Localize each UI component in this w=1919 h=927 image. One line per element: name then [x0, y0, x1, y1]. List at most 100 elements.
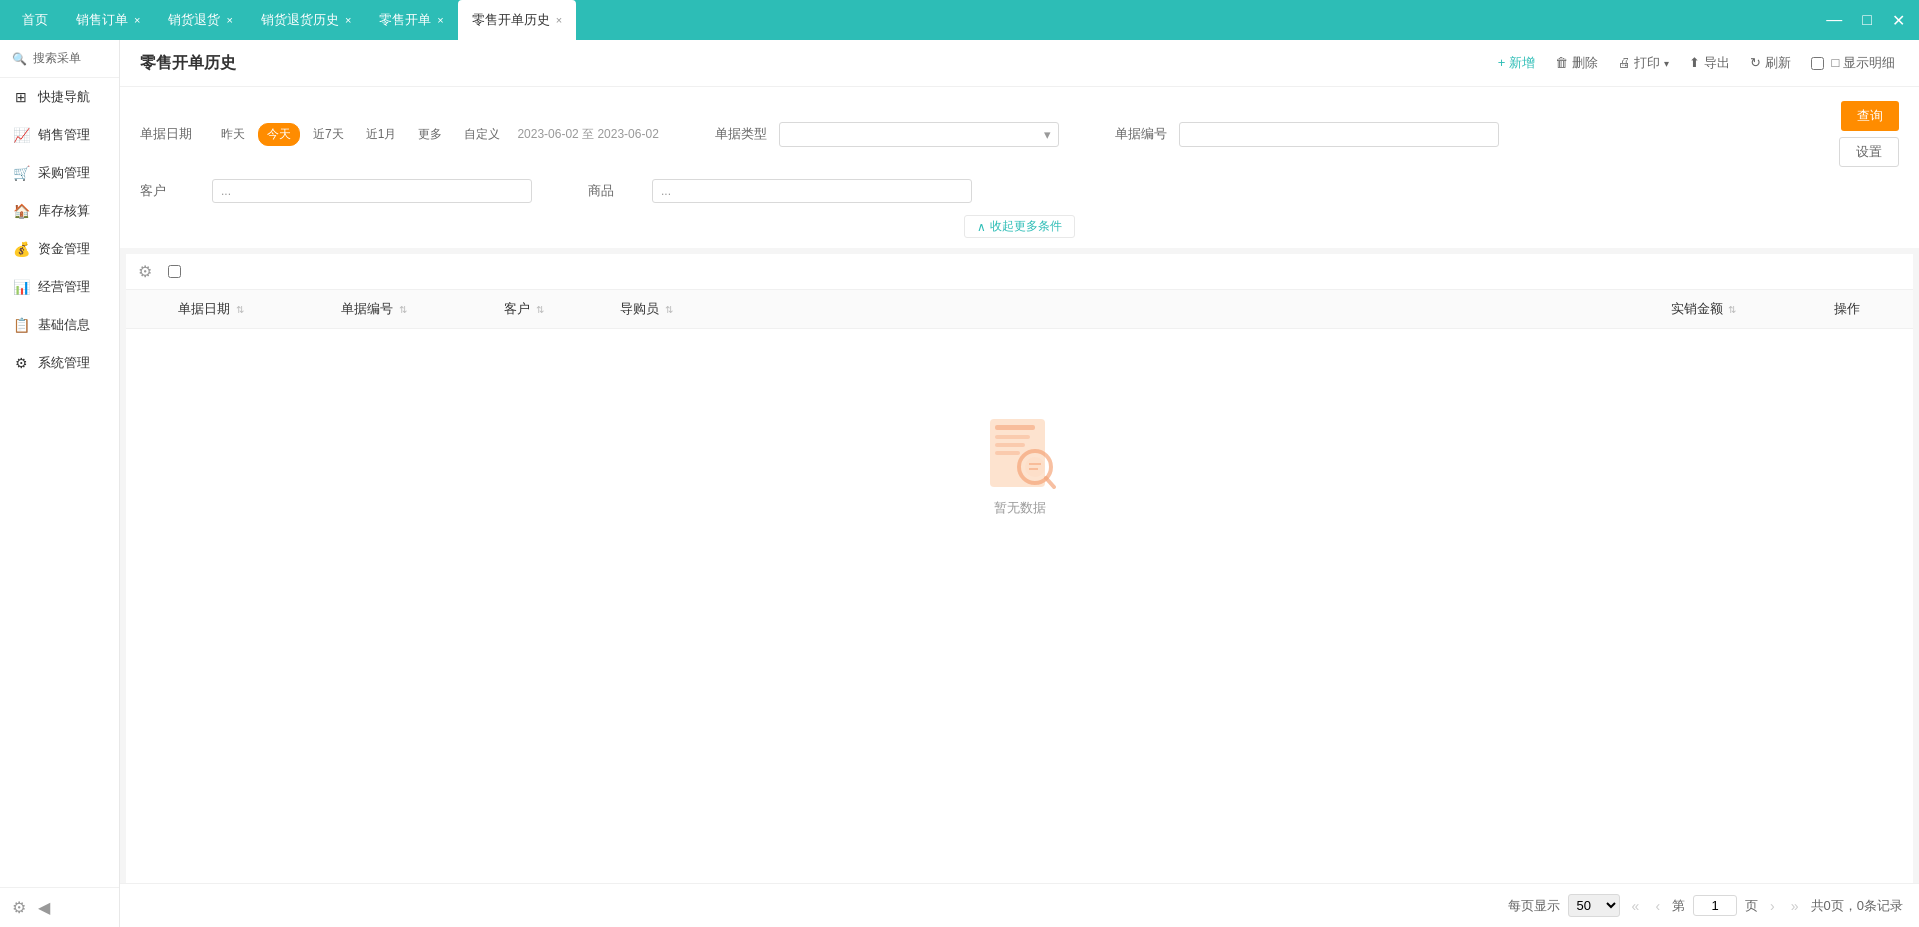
filter-area: 单据日期 昨天 今天 近7天 近1月 更多 自定义 2023-06-02 至 2… [120, 87, 1919, 248]
type-select[interactable] [779, 122, 1059, 147]
sidebar-item-operations[interactable]: 📊 经营管理 [0, 268, 119, 306]
product-filter-label: 商品 [588, 182, 644, 200]
tab-retail-open[interactable]: 零售开单 × [365, 0, 457, 40]
display-detail-button[interactable]: □ 显示明细 [1807, 52, 1899, 74]
sidebar-item-finance[interactable]: 💰 资金管理 [0, 230, 119, 268]
th-date[interactable]: 单据日期 ⇅ [166, 290, 329, 329]
th-amount[interactable]: 实销金额 ⇅ [1659, 290, 1822, 329]
print-button[interactable]: 🖨 打印 ▾ [1614, 52, 1674, 74]
date-buttons: 昨天 今天 近7天 近1月 更多 自定义 2023-06-02 至 2023-0… [212, 123, 659, 146]
table-settings-icon[interactable]: ⚙ [138, 262, 152, 281]
tab-sales-return-history[interactable]: 销货退货历史 × [247, 0, 365, 40]
th-number[interactable]: 单据编号 ⇅ [329, 290, 492, 329]
sidebar: 🔍 搜索采单 ⊞ 快捷导航 📈 销售管理 🛒 采购管理 🏠 库存核算 💰 资金管… [0, 40, 120, 927]
type-filter-label: 单据类型 [715, 125, 771, 143]
page-prev-button[interactable]: ‹ [1651, 896, 1664, 916]
number-filter-label: 单据编号 [1115, 125, 1171, 143]
date-range-text: 2023-06-02 至 2023-06-02 [517, 126, 658, 143]
select-all-checkbox[interactable] [168, 265, 181, 278]
sidebar-item-purchase-mgmt[interactable]: 🛒 采购管理 [0, 154, 119, 192]
data-table: 单据日期 ⇅ 单据编号 ⇅ 客户 ⇅ 导购员 ⇅ [126, 290, 1913, 597]
quick-nav-icon: ⊞ [12, 89, 30, 105]
date-btn-custom[interactable]: 自定义 [455, 123, 509, 146]
svg-rect-4 [995, 451, 1020, 455]
query-button[interactable]: 查询 [1841, 101, 1899, 131]
date-btn-1month[interactable]: 近1月 [357, 123, 406, 146]
collapse-row: ∧ 收起更多条件 [140, 215, 1899, 238]
page-title: 零售开单历史 [140, 53, 236, 86]
page-label: 第 [1672, 897, 1685, 915]
table-area: ⚙ 单据日期 ⇅ 单据编号 ⇅ [126, 254, 1913, 883]
filter-row-1: 单据日期 昨天 今天 近7天 近1月 更多 自定义 2023-06-02 至 2… [140, 101, 1899, 167]
page-suffix: 页 [1745, 897, 1758, 915]
date-filter-label: 单据日期 [140, 125, 196, 143]
maximize-button[interactable]: □ [1856, 9, 1878, 31]
tab-sales-order[interactable]: 销售订单 × [62, 0, 154, 40]
sidebar-settings-icon[interactable]: ⚙ [12, 898, 26, 917]
th-guide-sort-icon: ⇅ [665, 304, 673, 315]
tab-retail-open-history-close[interactable]: × [556, 14, 562, 26]
th-date-sort-icon: ⇅ [236, 304, 244, 315]
date-btn-yesterday[interactable]: 昨天 [212, 123, 254, 146]
page-last-button[interactable]: » [1787, 896, 1803, 916]
minimize-button[interactable]: — [1820, 9, 1848, 31]
svg-line-7 [1046, 478, 1054, 487]
sidebar-collapse-icon[interactable]: ◀ [38, 898, 50, 917]
sidebar-search[interactable]: 🔍 搜索采单 [0, 40, 119, 78]
sidebar-bottom: ⚙ ◀ [0, 887, 119, 927]
tab-retail-open-close[interactable]: × [437, 14, 443, 26]
main-layout: 🔍 搜索采单 ⊞ 快捷导航 📈 销售管理 🛒 采购管理 🏠 库存核算 💰 资金管… [0, 40, 1919, 927]
finance-icon: 💰 [12, 241, 30, 257]
top-navigation: 首页 销售订单 × 销货退货 × 销货退货历史 × 零售开单 × 零售开单历史 … [0, 0, 1919, 40]
delete-button[interactable]: 🗑 删除 [1551, 52, 1602, 74]
sidebar-item-sales-mgmt[interactable]: 📈 销售管理 [0, 116, 119, 154]
per-page-select[interactable]: 50 10 20 100 [1568, 894, 1620, 917]
svg-point-6 [1025, 457, 1045, 477]
th-customer-sort-icon: ⇅ [536, 304, 544, 315]
basic-info-icon: 📋 [12, 317, 30, 333]
tab-sales-order-close[interactable]: × [134, 14, 140, 26]
export-button[interactable]: ⬆ 导出 [1685, 52, 1734, 74]
close-button[interactable]: ✕ [1886, 9, 1911, 32]
operations-icon: 📊 [12, 279, 30, 295]
page-input[interactable] [1693, 895, 1737, 916]
number-input[interactable] [1179, 122, 1499, 147]
collapse-button[interactable]: ∧ 收起更多条件 [964, 215, 1075, 238]
add-button[interactable]: + 新增 [1494, 52, 1539, 74]
tab-home[interactable]: 首页 [8, 0, 62, 40]
tab-retail-open-history[interactable]: 零售开单历史 × [458, 0, 576, 40]
type-select-wrapper: ▾ [779, 122, 1059, 147]
per-page-label: 每页显示 [1508, 897, 1560, 915]
toolbar: + 新增 🗑 删除 🖨 打印 ▾ ⬆ 导出 ↻ 刷新 □ 显示明细 [1494, 52, 1899, 86]
date-btn-7days[interactable]: 近7天 [304, 123, 353, 146]
page-next-button[interactable]: › [1766, 896, 1779, 916]
window-controls: — □ ✕ [1820, 9, 1911, 32]
settings-button[interactable]: 设置 [1839, 137, 1899, 167]
empty-state-row: 暂无数据 [126, 329, 1913, 598]
customer-input[interactable]: ... [212, 179, 532, 203]
th-customer[interactable]: 客户 ⇅ [492, 290, 608, 329]
table-header-row: 单据日期 ⇅ 单据编号 ⇅ 客户 ⇅ 导购员 ⇅ [126, 290, 1913, 329]
empty-state-text: 暂无数据 [994, 499, 1046, 517]
page-first-button[interactable]: « [1628, 896, 1644, 916]
pagination-summary: 共0页，0条记录 [1811, 897, 1903, 915]
th-check [126, 290, 166, 329]
th-amount-sort-icon: ⇅ [1728, 304, 1736, 315]
date-btn-more[interactable]: 更多 [409, 123, 451, 146]
date-btn-today[interactable]: 今天 [258, 123, 300, 146]
display-detail-checkbox[interactable] [1811, 57, 1824, 70]
sidebar-item-inventory[interactable]: 🏠 库存核算 [0, 192, 119, 230]
sidebar-item-sys-mgmt[interactable]: ⚙ 系统管理 [0, 344, 119, 382]
sidebar-item-quick-nav[interactable]: ⊞ 快捷导航 [0, 78, 119, 116]
search-icon: 🔍 [12, 52, 27, 66]
tab-sales-return-close[interactable]: × [226, 14, 232, 26]
sidebar-item-basic-info[interactable]: 📋 基础信息 [0, 306, 119, 344]
product-input[interactable]: ... [652, 179, 972, 203]
refresh-button[interactable]: ↻ 刷新 [1746, 52, 1795, 74]
print-chevron-icon: ▾ [1664, 58, 1669, 69]
svg-rect-3 [995, 443, 1025, 447]
th-spacer [748, 290, 1659, 329]
tab-sales-return[interactable]: 销货退货 × [154, 0, 246, 40]
th-guide[interactable]: 导购员 ⇅ [608, 290, 748, 329]
tab-sales-return-history-close[interactable]: × [345, 14, 351, 26]
